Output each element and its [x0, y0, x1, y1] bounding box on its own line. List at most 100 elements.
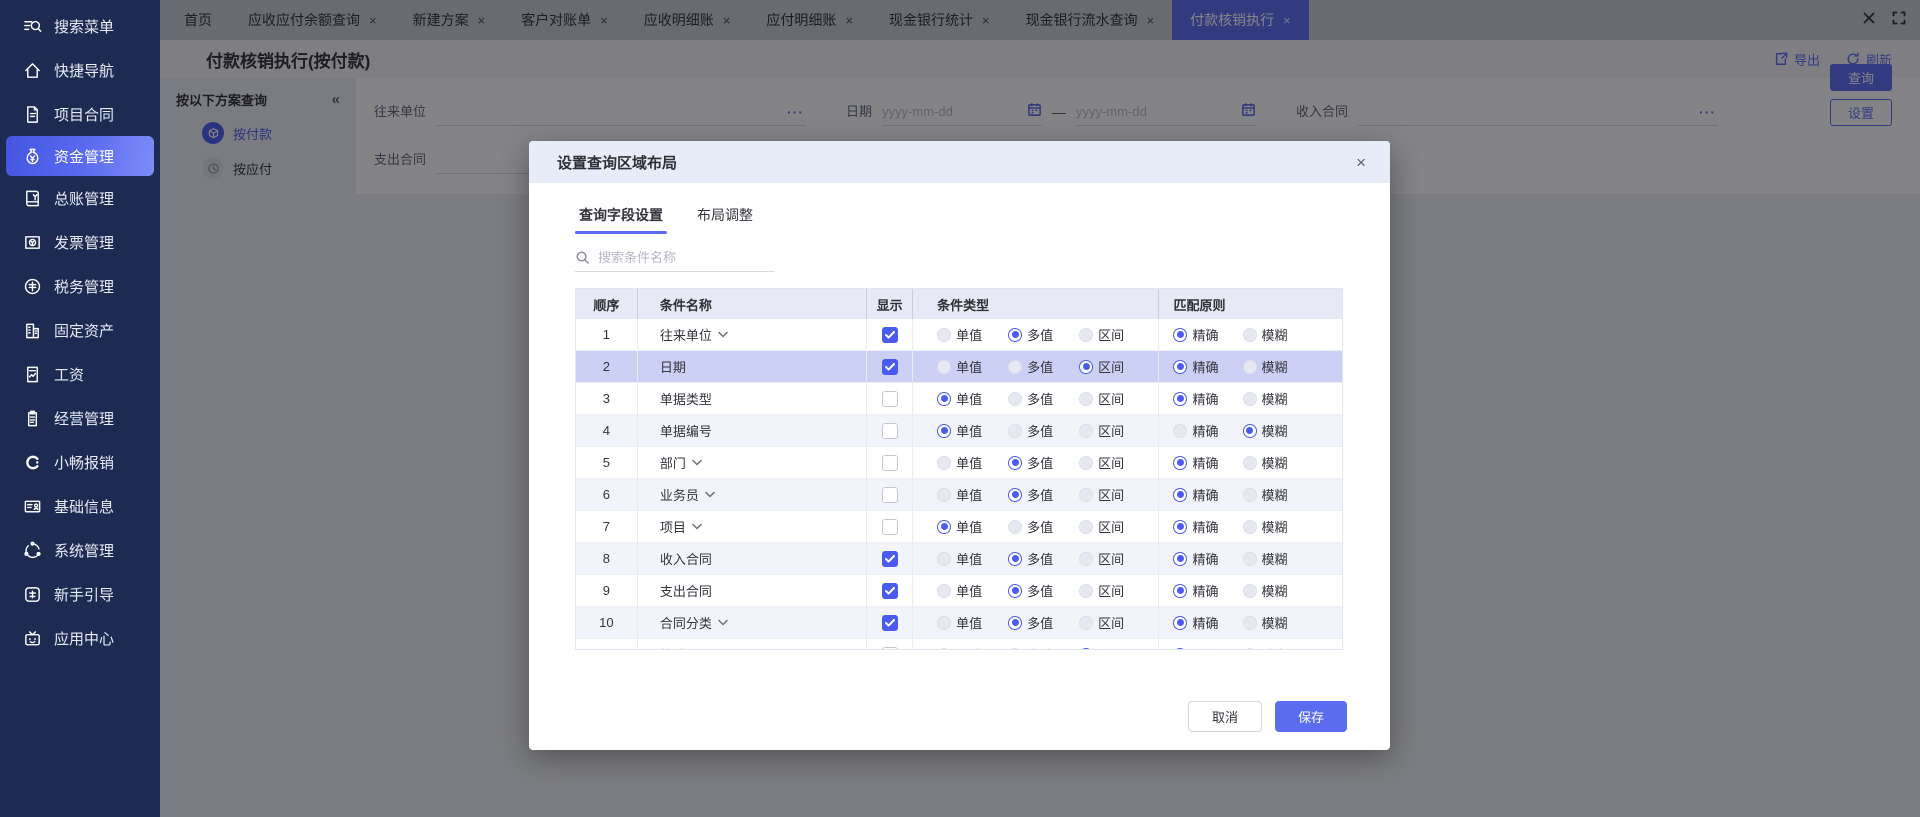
radio-match-精确[interactable]: 精确 — [1173, 357, 1219, 376]
radio-match-模糊[interactable]: 模糊 — [1242, 453, 1288, 472]
radio-dot[interactable] — [1242, 615, 1257, 630]
radio-dot[interactable] — [1173, 519, 1188, 534]
radio-dot[interactable] — [1079, 359, 1094, 374]
table-row[interactable]: 4 单据编号 单值 多值 区间 精确 模糊 — [576, 415, 1342, 447]
sidebar-item-搜索菜单[interactable]: 搜索菜单 — [0, 4, 160, 48]
chevron-down-icon[interactable] — [692, 523, 702, 530]
modal-tab-查询字段设置[interactable]: 查询字段设置 — [575, 205, 667, 234]
chevron-down-icon[interactable] — [705, 491, 715, 498]
radio-match-模糊[interactable]: 模糊 — [1242, 325, 1288, 344]
radio-type-单值[interactable]: 单值 — [937, 549, 982, 568]
table-row[interactable]: 6 业务员 单值 多值 区间 精确 模糊 — [576, 479, 1342, 511]
radio-dot[interactable] — [1079, 583, 1094, 598]
radio-match-精确[interactable]: 精确 — [1173, 485, 1219, 504]
radio-match-模糊[interactable]: 模糊 — [1242, 517, 1288, 536]
radio-dot[interactable] — [1079, 391, 1094, 406]
show-checkbox[interactable] — [881, 486, 898, 503]
show-checkbox[interactable] — [881, 454, 898, 471]
radio-dot[interactable] — [1173, 551, 1188, 566]
radio-match-精确[interactable]: 精确 — [1173, 421, 1219, 440]
condition-search[interactable] — [575, 250, 775, 272]
radio-type-单值[interactable]: 单值 — [937, 613, 982, 632]
radio-dot[interactable] — [1008, 327, 1023, 342]
radio-dot[interactable] — [1008, 423, 1023, 438]
radio-dot[interactable] — [1173, 487, 1188, 502]
radio-type-多值[interactable]: 多值 — [1008, 645, 1053, 649]
radio-type-单值[interactable]: 单值 — [937, 645, 982, 649]
radio-dot[interactable] — [937, 423, 952, 438]
radio-dot[interactable] — [1008, 455, 1023, 470]
sidebar-item-应用中心[interactable]: 应用中心 — [0, 616, 160, 660]
radio-dot[interactable] — [1008, 647, 1023, 649]
sidebar-item-小畅报销[interactable]: 小畅报销 — [0, 440, 160, 484]
radio-dot[interactable] — [937, 391, 952, 406]
radio-dot[interactable] — [1008, 551, 1023, 566]
radio-dot[interactable] — [1008, 359, 1023, 374]
sidebar-item-工资[interactable]: 工资 — [0, 352, 160, 396]
radio-type-多值[interactable]: 多值 — [1008, 357, 1053, 376]
radio-match-模糊[interactable]: 模糊 — [1242, 645, 1288, 649]
chevron-down-icon[interactable] — [718, 619, 728, 626]
radio-dot[interactable] — [937, 327, 952, 342]
show-checkbox[interactable] — [881, 550, 898, 567]
radio-type-单值[interactable]: 单值 — [937, 389, 982, 408]
sidebar-item-系统管理[interactable]: 系统管理 — [0, 528, 160, 572]
radio-type-单值[interactable]: 单值 — [937, 421, 982, 440]
radio-type-单值[interactable]: 单值 — [937, 325, 982, 344]
radio-dot[interactable] — [1079, 551, 1094, 566]
radio-dot[interactable] — [937, 583, 952, 598]
radio-dot[interactable] — [1079, 615, 1094, 630]
radio-type-多值[interactable]: 多值 — [1008, 485, 1053, 504]
radio-dot[interactable] — [937, 615, 952, 630]
radio-match-模糊[interactable]: 模糊 — [1242, 549, 1288, 568]
radio-dot[interactable] — [1008, 519, 1023, 534]
radio-dot[interactable] — [1173, 391, 1188, 406]
chevron-down-icon[interactable] — [692, 459, 702, 466]
radio-type-单值[interactable]: 单值 — [937, 357, 982, 376]
radio-dot[interactable] — [1242, 327, 1257, 342]
radio-type-多值[interactable]: 多值 — [1008, 517, 1053, 536]
show-checkbox[interactable] — [881, 614, 898, 631]
radio-dot[interactable] — [1079, 487, 1094, 502]
radio-dot[interactable] — [1242, 583, 1257, 598]
chevron-down-icon[interactable] — [718, 331, 728, 338]
radio-dot[interactable] — [1008, 583, 1023, 598]
radio-type-单值[interactable]: 单值 — [937, 453, 982, 472]
radio-match-模糊[interactable]: 模糊 — [1242, 485, 1288, 504]
radio-dot[interactable] — [1173, 423, 1188, 438]
radio-match-模糊[interactable]: 模糊 — [1242, 389, 1288, 408]
table-row[interactable]: 7 项目 单值 多值 区间 精确 模糊 — [576, 511, 1342, 543]
radio-match-精确[interactable]: 精确 — [1173, 581, 1219, 600]
radio-dot[interactable] — [1173, 327, 1188, 342]
radio-dot[interactable] — [1242, 647, 1257, 649]
radio-type-单值[interactable]: 单值 — [937, 517, 982, 536]
radio-dot[interactable] — [1173, 455, 1188, 470]
radio-type-多值[interactable]: 多值 — [1008, 453, 1053, 472]
radio-match-精确[interactable]: 精确 — [1173, 325, 1219, 344]
radio-dot[interactable] — [1242, 423, 1257, 438]
radio-dot[interactable] — [1008, 615, 1023, 630]
show-checkbox[interactable] — [881, 646, 898, 649]
radio-type-区间[interactable]: 区间 — [1079, 549, 1124, 568]
show-checkbox[interactable] — [881, 582, 898, 599]
show-checkbox[interactable] — [881, 326, 898, 343]
radio-dot[interactable] — [1242, 391, 1257, 406]
radio-type-多值[interactable]: 多值 — [1008, 613, 1053, 632]
radio-dot[interactable] — [937, 551, 952, 566]
cancel-button[interactable]: 取消 — [1188, 701, 1262, 732]
radio-type-单值[interactable]: 单值 — [937, 581, 982, 600]
table-row[interactable]: 3 单据类型 单值 多值 区间 精确 模糊 — [576, 383, 1342, 415]
modal-close-icon[interactable]: × — [1356, 154, 1366, 171]
show-checkbox[interactable] — [881, 518, 898, 535]
show-checkbox[interactable] — [881, 422, 898, 439]
table-row[interactable]: 8 收入合同 单值 多值 区间 精确 模糊 — [576, 543, 1342, 575]
radio-type-单值[interactable]: 单值 — [937, 485, 982, 504]
sidebar-item-新手引导[interactable]: 新手引导 — [0, 572, 160, 616]
radio-match-精确[interactable]: 精确 — [1173, 645, 1219, 649]
radio-type-多值[interactable]: 多值 — [1008, 389, 1053, 408]
sidebar-item-快捷导航[interactable]: 快捷导航 — [0, 48, 160, 92]
radio-dot[interactable] — [1079, 327, 1094, 342]
radio-type-区间[interactable]: 区间 — [1079, 517, 1124, 536]
radio-type-多值[interactable]: 多值 — [1008, 581, 1053, 600]
radio-dot[interactable] — [1008, 487, 1023, 502]
